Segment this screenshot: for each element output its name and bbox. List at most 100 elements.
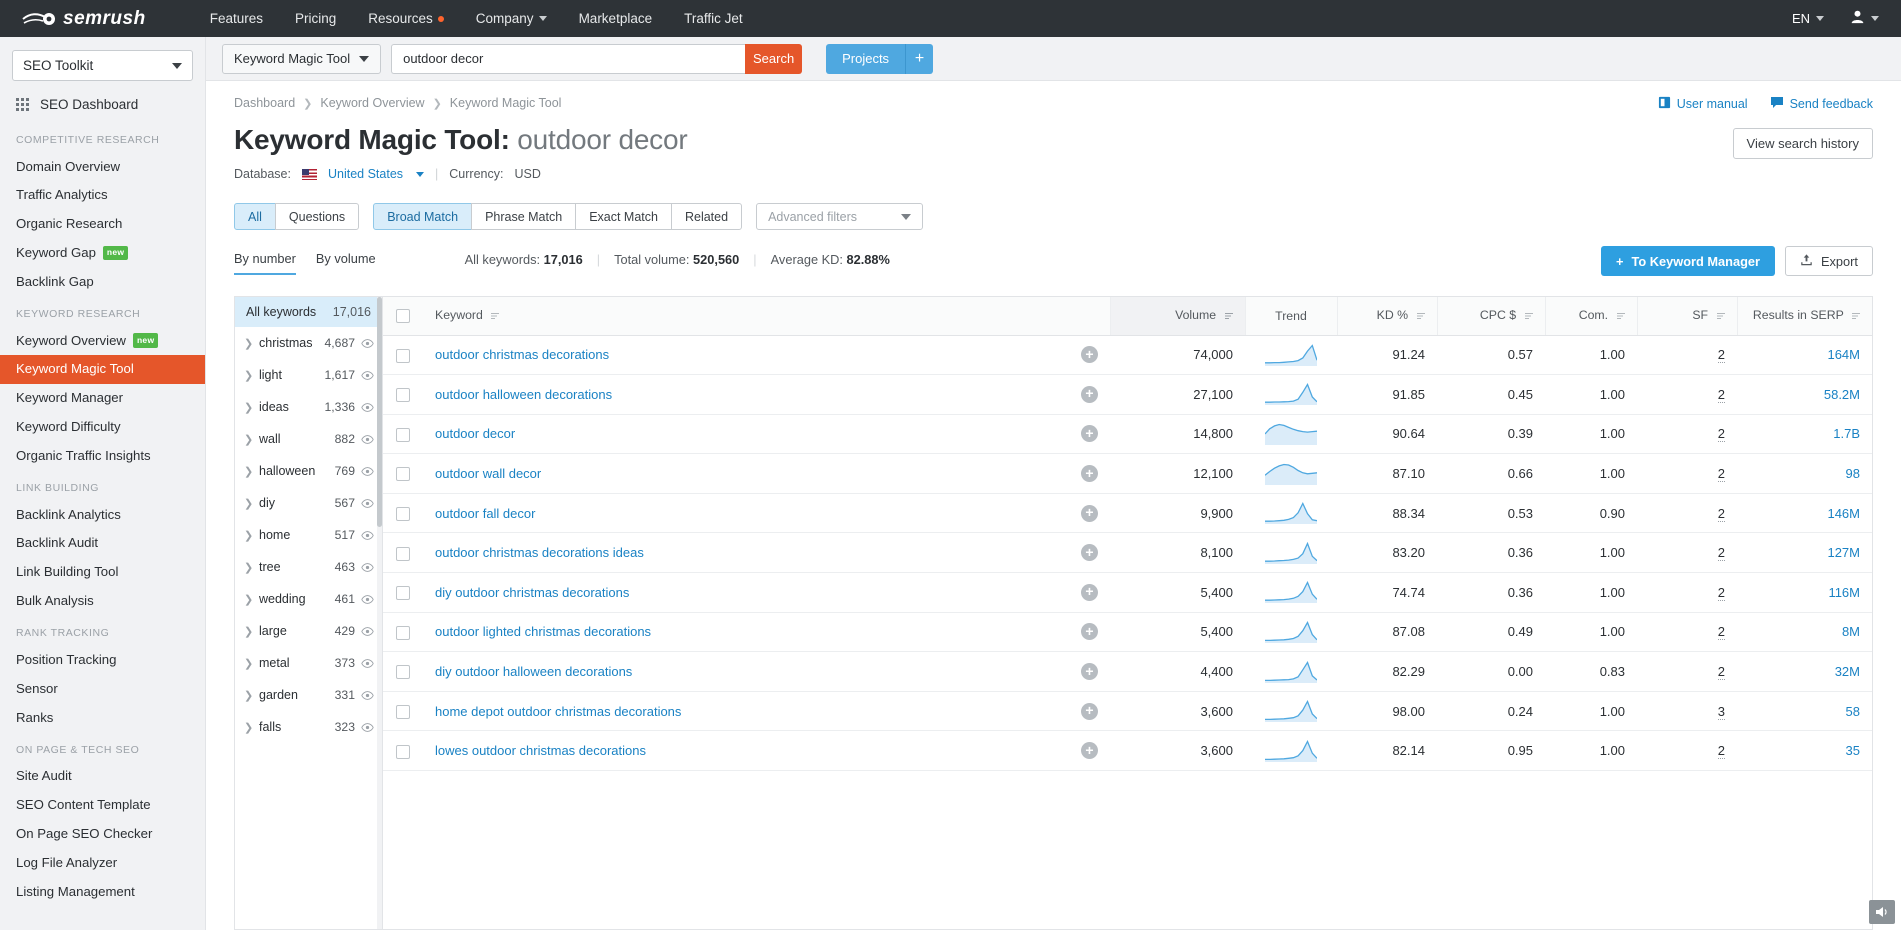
chevron-right-icon[interactable]: ❯ xyxy=(244,561,253,574)
row-select-cell[interactable] xyxy=(383,572,423,613)
results-value[interactable]: 116M xyxy=(1828,585,1860,600)
sidebar-item-keyword-overview[interactable]: Keyword Overview new xyxy=(0,326,205,355)
nav-item-pricing[interactable]: Pricing xyxy=(295,11,336,26)
eye-icon[interactable] xyxy=(361,401,374,414)
eye-icon[interactable] xyxy=(361,497,374,510)
table-row[interactable]: outdoor christmas decorations +74,000 91.2… xyxy=(383,335,1872,376)
results-value[interactable]: 127M xyxy=(1827,545,1860,560)
chevron-right-icon[interactable]: ❯ xyxy=(244,497,253,510)
add-keyword-button[interactable]: + xyxy=(1081,742,1098,760)
group-row[interactable]: ❯ christmas 4,687 xyxy=(235,327,382,359)
row-checkbox[interactable] xyxy=(396,388,410,403)
chevron-right-icon[interactable]: ❯ xyxy=(244,593,253,606)
add-project-button[interactable]: + xyxy=(905,43,934,74)
row-select-cell[interactable] xyxy=(383,453,423,494)
sf-value[interactable]: 2 xyxy=(1717,426,1725,443)
header-volume[interactable]: Volume xyxy=(1109,297,1245,336)
header-sf[interactable]: SF xyxy=(1636,297,1737,336)
tab-by-number[interactable]: By number xyxy=(234,251,296,275)
header-keyword[interactable]: Keyword xyxy=(423,297,1110,336)
sidebar-item-ranks[interactable]: Ranks xyxy=(0,703,205,732)
header-cpc[interactable]: CPC $ xyxy=(1436,297,1545,336)
sidebar-item-bulk-analysis[interactable]: Bulk Analysis xyxy=(0,587,205,616)
database-selector[interactable]: United States xyxy=(328,167,403,181)
add-keyword-button[interactable]: + xyxy=(1081,583,1098,601)
send-feedback-link[interactable]: Send feedback xyxy=(1770,96,1873,112)
sidebar-item-backlink-audit[interactable]: Backlink Audit xyxy=(0,529,205,558)
group-row[interactable]: ❯ wall 882 xyxy=(235,423,382,455)
eye-icon[interactable] xyxy=(361,433,374,446)
nav-item-marketplace[interactable]: Marketplace xyxy=(579,11,653,26)
header-results-in-serp[interactable]: Results in SERP xyxy=(1736,297,1872,336)
groups-scrollbar-track[interactable] xyxy=(377,297,382,929)
group-row[interactable]: ❯ wedding 461 xyxy=(235,583,382,615)
view-search-history-button[interactable]: View search history xyxy=(1732,128,1873,159)
nav-item-features[interactable]: Features xyxy=(210,11,263,26)
table-row[interactable]: diy outdoor christmas decorations +5,400 7… xyxy=(383,572,1872,613)
row-checkbox[interactable] xyxy=(396,744,410,759)
group-row[interactable]: ❯ falls 323 xyxy=(235,711,382,743)
sidebar-item-link-building-tool[interactable]: Link Building Tool xyxy=(0,558,205,587)
groups-scrollbar-thumb[interactable] xyxy=(377,297,382,527)
to-keyword-manager-button[interactable]: + To Keyword Manager xyxy=(1601,246,1775,276)
chevron-right-icon[interactable]: ❯ xyxy=(244,465,253,478)
sf-value[interactable]: 2 xyxy=(1717,505,1725,522)
chevron-right-icon[interactable]: ❯ xyxy=(244,625,253,638)
header-select-all[interactable] xyxy=(383,297,423,336)
sf-value[interactable]: 2 xyxy=(1717,545,1725,562)
tab-phrase-match[interactable]: Phrase Match xyxy=(471,203,577,230)
user-account-menu[interactable] xyxy=(1850,9,1879,29)
keyword-link[interactable]: home depot outdoor christmas decorations xyxy=(435,704,681,719)
row-checkbox[interactable] xyxy=(396,427,410,442)
sidebar-item-sensor[interactable]: Sensor xyxy=(0,674,205,703)
table-row[interactable]: home depot outdoor christmas decorations… xyxy=(383,691,1872,732)
keyword-link[interactable]: lowes outdoor christmas decorations xyxy=(435,743,646,758)
results-value[interactable]: 58.2M xyxy=(1824,387,1860,402)
tab-all[interactable]: All xyxy=(234,203,276,230)
eye-icon[interactable] xyxy=(361,337,374,350)
group-row[interactable]: ❯ garden 331 xyxy=(235,679,382,711)
table-row[interactable]: lowes outdoor christmas decorations +3,60… xyxy=(383,730,1872,772)
results-value[interactable]: 58 xyxy=(1846,704,1860,719)
eye-icon[interactable] xyxy=(361,561,374,574)
group-row[interactable]: ❯ home 517 xyxy=(235,519,382,551)
sf-value[interactable]: 2 xyxy=(1717,386,1725,403)
eye-icon[interactable] xyxy=(361,593,374,606)
add-keyword-button[interactable]: + xyxy=(1081,544,1098,562)
group-row[interactable]: ❯ halloween 769 xyxy=(235,455,382,487)
row-select-cell[interactable] xyxy=(383,374,423,415)
add-keyword-button[interactable]: + xyxy=(1081,663,1098,681)
group-row[interactable]: ❯ tree 463 xyxy=(235,551,382,583)
sf-value[interactable]: 2 xyxy=(1717,624,1725,641)
results-value[interactable]: 98 xyxy=(1846,466,1860,481)
row-checkbox[interactable] xyxy=(396,506,410,521)
sidebar-item-traffic-analytics[interactable]: Traffic Analytics xyxy=(0,181,205,210)
header-kd[interactable]: KD % xyxy=(1336,297,1437,336)
table-row[interactable]: outdoor decor +14,800 90.64 0.39 1.00 2 1.7B xyxy=(383,414,1872,455)
sf-value[interactable]: 2 xyxy=(1717,743,1725,760)
eye-icon[interactable] xyxy=(361,625,374,638)
tab-broad-match[interactable]: Broad Match xyxy=(373,203,473,230)
row-select-cell[interactable] xyxy=(383,691,423,732)
row-select-cell[interactable] xyxy=(383,651,423,692)
chevron-right-icon[interactable]: ❯ xyxy=(244,433,253,446)
row-checkbox[interactable] xyxy=(396,467,410,482)
breadcrumb-item-keyword-overview[interactable]: Keyword Overview xyxy=(320,96,424,110)
table-row[interactable]: diy outdoor halloween decorations +4,400 8… xyxy=(383,651,1872,692)
toolkit-selector[interactable]: SEO Toolkit xyxy=(12,50,193,81)
keyword-link[interactable]: outdoor christmas decorations ideas xyxy=(435,545,644,560)
sidebar-item-site-audit[interactable]: Site Audit xyxy=(0,762,205,791)
semrush-logo[interactable]: semrush xyxy=(22,8,146,30)
sidebar-item-seo-dashboard[interactable]: SEO Dashboard xyxy=(0,91,205,122)
chevron-right-icon[interactable]: ❯ xyxy=(244,369,253,382)
chevron-down-icon[interactable] xyxy=(416,171,425,177)
table-row[interactable]: outdoor lighted christmas decorations +5,… xyxy=(383,612,1872,653)
add-keyword-button[interactable]: + xyxy=(1081,385,1098,403)
breadcrumb-item-keyword-magic-tool[interactable]: Keyword Magic Tool xyxy=(450,96,562,110)
chevron-right-icon[interactable]: ❯ xyxy=(244,401,253,414)
language-selector[interactable]: EN xyxy=(1792,11,1824,26)
chevron-right-icon[interactable]: ❯ xyxy=(244,657,253,670)
group-row[interactable]: ❯ large 429 xyxy=(235,615,382,647)
chevron-right-icon[interactable]: ❯ xyxy=(244,337,253,350)
projects-button[interactable]: Projects xyxy=(826,43,906,74)
